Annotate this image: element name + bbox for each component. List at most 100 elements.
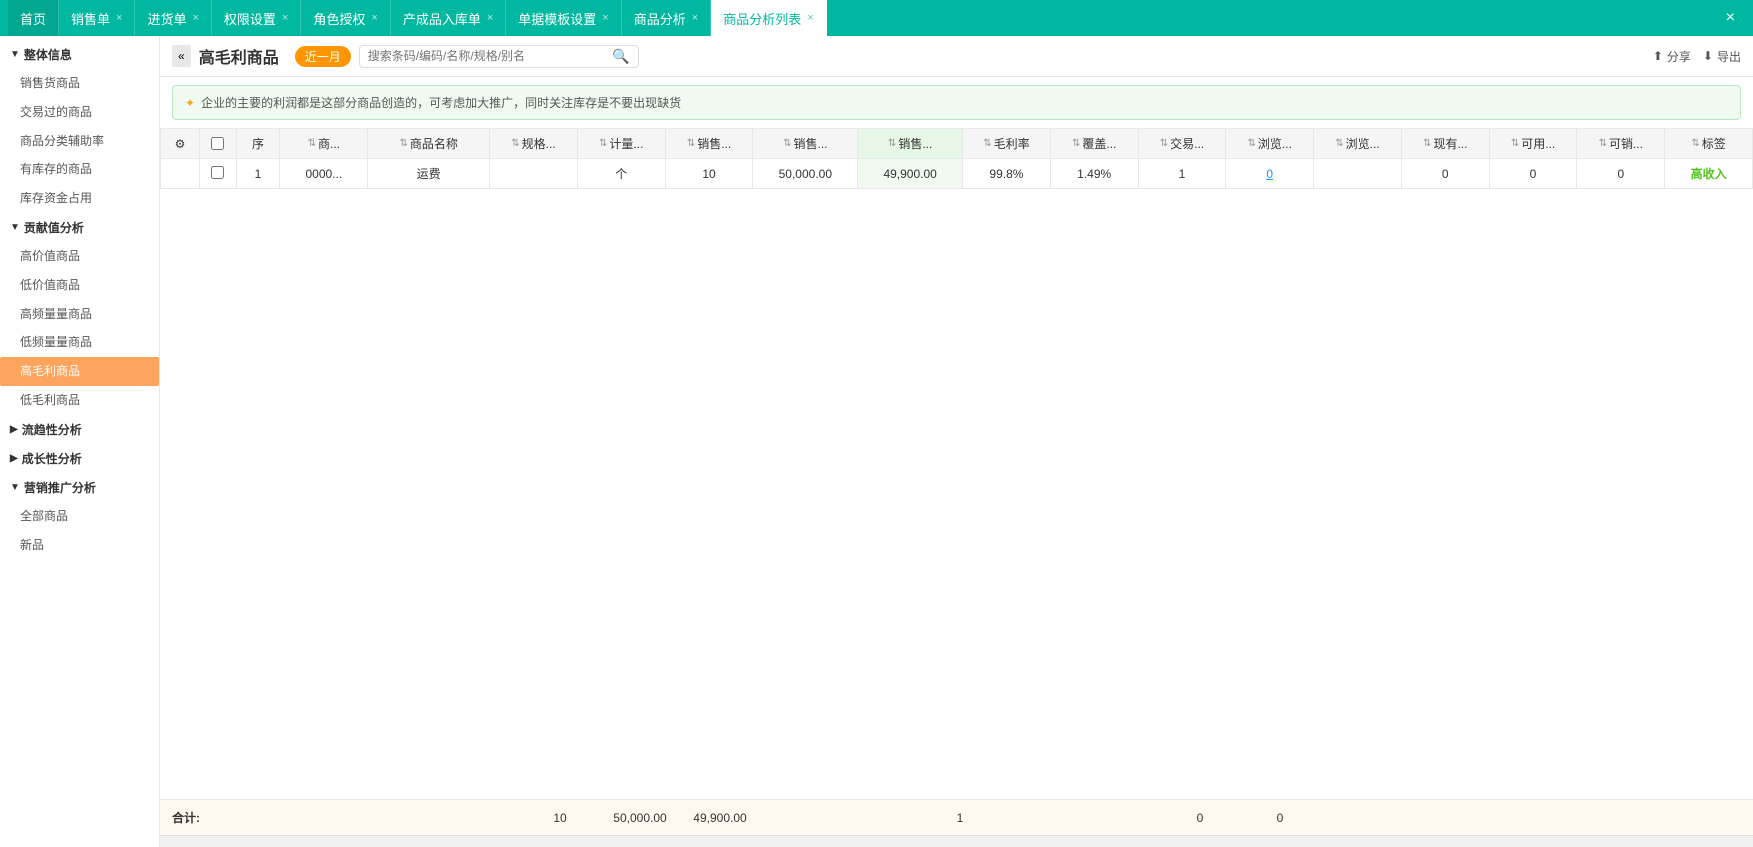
sort-icon-unit: ⇅ — [599, 138, 607, 149]
sidebar-section-overall[interactable]: ▼ 整体信息 — [0, 40, 159, 69]
sidebar-item-low-freq[interactable]: 低频量量商品 — [0, 328, 159, 357]
sidebar-item-low-margin[interactable]: 低毛利商品 — [0, 386, 159, 415]
share-button[interactable]: ⬆ 分享 — [1653, 48, 1691, 65]
col-header-sales-cost[interactable]: ⇅销售... — [858, 129, 963, 159]
export-button[interactable]: ⬇ 导出 — [1703, 48, 1741, 65]
nav-tab-analysis-list[interactable]: 商品分析列表 × — [711, 0, 826, 36]
nav-tab-products-close[interactable]: × — [487, 12, 493, 24]
col-header-browse1[interactable]: ⇅浏览... — [1226, 129, 1314, 159]
footer-values: 10 50,000.00 49,900.00 1 0 0 — [220, 811, 1320, 825]
col-header-code[interactable]: ⇅商... — [280, 129, 368, 159]
nav-tab-analysis-close[interactable]: × — [692, 12, 698, 24]
nav-tab-purchase-label: 进货单 — [147, 9, 186, 28]
cell-unit: 个 — [577, 159, 665, 189]
nav-tab-sales[interactable]: 销售单 × — [59, 0, 135, 36]
nav-tab-roles-close[interactable]: × — [371, 12, 377, 24]
footer-sales-amt: 50,000.00 — [600, 811, 680, 825]
sidebar-item-analysis-help[interactable]: 商品分类辅助率 — [0, 127, 159, 156]
cell-spec — [490, 159, 578, 189]
sidebar-section-financial[interactable]: ▼ 贡献值分析 — [0, 213, 159, 242]
cell-available: 0 — [1489, 159, 1577, 189]
sidebar-item-high-margin[interactable]: 高毛利商品 — [0, 357, 159, 386]
col-header-sales-qty[interactable]: ⇅销售... — [665, 129, 753, 159]
nav-tab-analysis[interactable]: 商品分析 × — [622, 0, 711, 36]
cell-tag: 高收入 — [1665, 159, 1753, 189]
nav-tab-permissions-close[interactable]: × — [282, 12, 288, 24]
sidebar-item-high-freq[interactable]: 高频量量商品 — [0, 300, 159, 329]
footer-browse2 — [1080, 811, 1160, 825]
cell-settings — [161, 159, 200, 189]
nav-tab-home-label: 首页 — [20, 9, 46, 28]
section-growth-arrow: ▶ — [10, 453, 18, 464]
nav-tab-purchase[interactable]: 进货单 × — [135, 0, 211, 36]
sort-icon-transactions: ⇅ — [1160, 138, 1168, 149]
nav-tab-templates[interactable]: 单据模板设置 × — [506, 0, 621, 36]
sort-icon-code: ⇅ — [308, 138, 316, 149]
nav-tab-permissions[interactable]: 权限设置 × — [212, 0, 301, 36]
main-layout: ▼ 整体信息 销售货商品 交易过的商品 商品分类辅助率 有库存的商品 库存资金占… — [0, 36, 1753, 847]
info-banner: ✦ 企业的主要的利润都是这部分商品创造的，可考虑加大推广，同时关注库存是不要出现… — [172, 85, 1741, 120]
col-header-browse2[interactable]: ⇅浏览... — [1314, 129, 1402, 159]
filter-recent-month-button[interactable]: 近一月 — [295, 46, 351, 67]
nav-tab-products[interactable]: 产成品入库单 × — [391, 0, 506, 36]
nav-tab-roles[interactable]: 角色授权 × — [301, 0, 390, 36]
search-icon[interactable]: 🔍 — [612, 48, 629, 65]
sidebar-section-growth[interactable]: ▶ 成长性分析 — [0, 444, 159, 473]
content-area: « 高毛利商品 近一月 🔍 ⬆ 分享 ⬇ 导出 ✦ 企业的主要的利润都是这部 — [160, 36, 1753, 847]
sidebar-collapse-button[interactable]: « — [172, 45, 191, 67]
cell-sellable: 0 — [1577, 159, 1665, 189]
footer-available: 0 — [1240, 811, 1320, 825]
share-icon: ⬆ — [1653, 49, 1663, 63]
col-header-sellable[interactable]: ⇅可销... — [1577, 129, 1665, 159]
sidebar-section-trend[interactable]: ▶ 流趋性分析 — [0, 415, 159, 444]
sidebar: ▼ 整体信息 销售货商品 交易过的商品 商品分类辅助率 有库存的商品 库存资金占… — [0, 36, 160, 847]
window-close-button[interactable]: × — [1716, 9, 1745, 27]
cell-browse1[interactable]: 0 — [1226, 159, 1314, 189]
sidebar-item-high-value[interactable]: 高价值商品 — [0, 242, 159, 271]
table-body: 1 0000... 运费 个 10 50,000.00 49,900.00 99… — [161, 159, 1753, 189]
sort-icon-sales-qty: ⇅ — [687, 138, 695, 149]
nav-tab-purchase-close[interactable]: × — [192, 12, 198, 24]
nav-tab-sales-label: 销售单 — [71, 9, 110, 28]
cell-checkbox[interactable] — [200, 159, 237, 189]
col-header-unit[interactable]: ⇅计量... — [577, 129, 665, 159]
nav-tab-home[interactable]: 首页 — [8, 0, 59, 36]
section-growth-label: 成长性分析 — [22, 450, 82, 467]
col-header-tag[interactable]: ⇅标签 — [1665, 129, 1753, 159]
search-input[interactable] — [368, 49, 613, 63]
cell-margin-rate: 99.8% — [963, 159, 1051, 189]
data-table-container: ⚙ 序 ⇅商... ⇅商品名称 — [160, 128, 1753, 799]
sort-icon-sales-cost: ⇅ — [888, 138, 896, 149]
sidebar-item-selling[interactable]: 销售货商品 — [0, 69, 159, 98]
cell-num: 1 — [236, 159, 280, 189]
horizontal-scrollbar[interactable] — [160, 835, 1753, 847]
nav-tab-templates-label: 单据模板设置 — [518, 9, 596, 28]
col-header-coverage[interactable]: ⇅覆盖... — [1050, 129, 1138, 159]
sidebar-item-capital[interactable]: 库存资金占用 — [0, 184, 159, 213]
nav-tab-analysis-label: 商品分析 — [634, 9, 686, 28]
nav-tab-templates-close[interactable]: × — [602, 12, 608, 24]
nav-tab-analysis-list-close[interactable]: × — [807, 12, 813, 24]
col-header-current[interactable]: ⇅现有... — [1401, 129, 1489, 159]
nav-tab-sales-close[interactable]: × — [116, 12, 122, 24]
col-header-settings[interactable]: ⚙ — [161, 129, 200, 159]
col-header-margin-rate[interactable]: ⇅毛利率 — [963, 129, 1051, 159]
select-all-checkbox[interactable] — [211, 137, 224, 150]
col-header-name[interactable]: ⇅商品名称 — [368, 129, 490, 159]
footer-current: 0 — [1160, 811, 1240, 825]
top-navigation: 首页 销售单 × 进货单 × 权限设置 × 角色授权 × 产成品入库单 × 单据… — [0, 0, 1753, 36]
sidebar-section-marketing[interactable]: ▼ 营销推广分析 — [0, 473, 159, 502]
col-header-transactions[interactable]: ⇅交易... — [1138, 129, 1226, 159]
sidebar-item-all-products[interactable]: 全部商品 — [0, 502, 159, 531]
sidebar-item-in-stock[interactable]: 有库存的商品 — [0, 155, 159, 184]
info-icon: ✦ — [185, 96, 195, 110]
col-header-checkbox[interactable] — [200, 129, 237, 159]
sidebar-item-traded[interactable]: 交易过的商品 — [0, 98, 159, 127]
col-header-sales-amt[interactable]: ⇅销售... — [753, 129, 858, 159]
sidebar-item-low-value[interactable]: 低价值商品 — [0, 271, 159, 300]
col-header-available[interactable]: ⇅可用... — [1489, 129, 1577, 159]
nav-tab-permissions-label: 权限设置 — [224, 9, 276, 28]
sidebar-item-new-products[interactable]: 新品 — [0, 531, 159, 560]
col-header-spec[interactable]: ⇅规格... — [490, 129, 578, 159]
row-checkbox[interactable] — [211, 166, 224, 179]
